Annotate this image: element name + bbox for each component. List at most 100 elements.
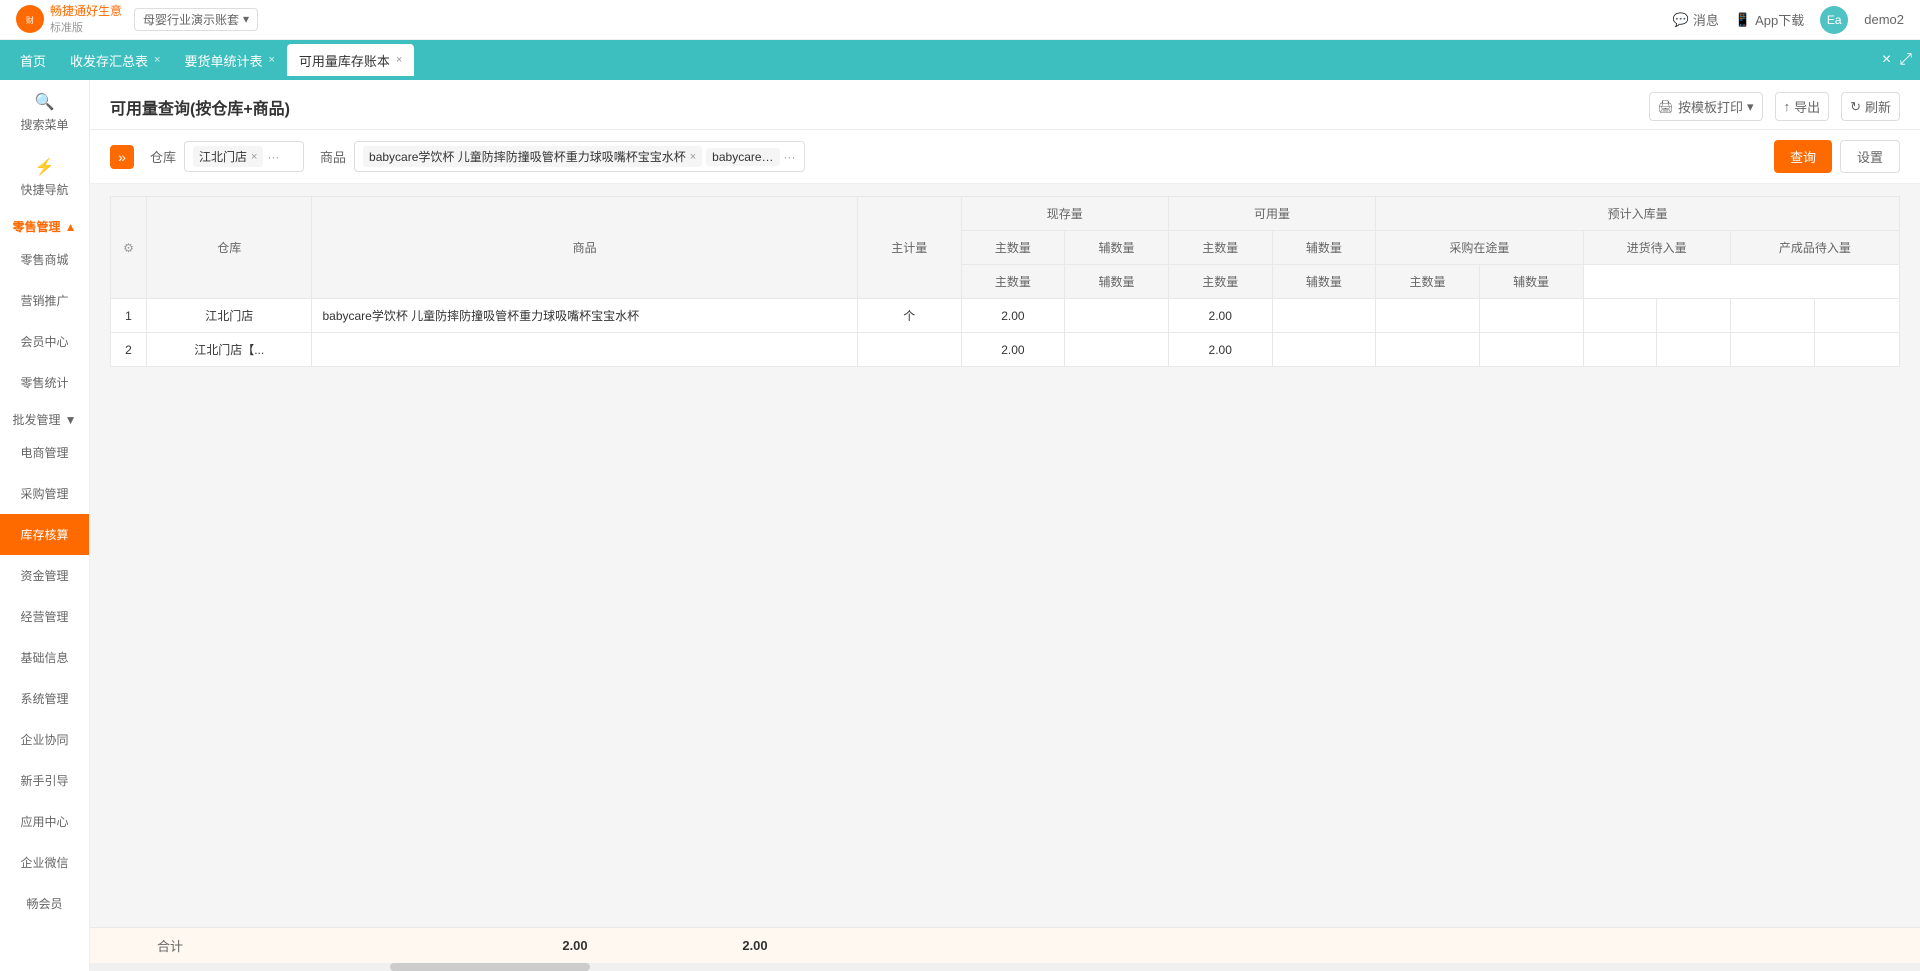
nav-right-buttons: × ⤢ xyxy=(1882,51,1912,69)
sidebar-members-label: 会员中心 xyxy=(20,333,68,350)
sidebar-item-operations[interactable]: 经营管理 xyxy=(0,596,89,637)
row-avail-aux xyxy=(1272,299,1376,333)
logo-tag: 标准版 xyxy=(50,19,122,35)
sidebar-item-system[interactable]: 系统管理 xyxy=(0,678,89,719)
pur-transit-main-header: 主数量 xyxy=(961,265,1065,299)
row-no: 2 xyxy=(111,333,147,367)
sidebar-item-retail-mgmt[interactable]: 零售管理 ▲ xyxy=(0,210,89,239)
available-header: 可用量 xyxy=(1168,197,1375,231)
sidebar-inventory-label: 库存核算 xyxy=(20,526,68,543)
prod-pend-main-header: 主数量 xyxy=(1376,265,1480,299)
nav-tabs: 首页 收发存汇总表 × 要货单统计表 × 可用量库存账本 × × ⤢ xyxy=(0,40,1920,80)
warehouse-tag-remove[interactable]: × xyxy=(251,151,257,163)
stock-aux-header: 辅数量 xyxy=(1065,231,1169,265)
export-btn[interactable]: ↑ 导出 xyxy=(1775,92,1830,121)
sidebar-enterprise-wechat-label: 企业微信 xyxy=(20,854,68,871)
sidebar-item-enterprise-wechat[interactable]: 企业微信 xyxy=(0,842,89,883)
sidebar-ecommerce-label: 电商管理 xyxy=(20,444,68,461)
product-filter-group: 商品 babycare学饮杯 儿童防摔防撞吸管杯重力球吸嘴杯宝宝水杯 × bab… xyxy=(320,141,805,172)
sidebar-item-vip[interactable]: 畅会员 xyxy=(0,883,89,924)
tenant-selector[interactable]: 母婴行业演示账套 ▾ xyxy=(134,8,258,31)
sidebar-item-new-guide[interactable]: 新手引导 xyxy=(0,760,89,801)
chevron-icon: ▲ xyxy=(65,220,77,234)
sidebar: 🔍 搜索菜单 ⚡ 快捷导航 零售管理 ▲ 零售商城 营销推广 会员中心 零售统计… xyxy=(0,80,90,971)
user-avatar[interactable]: Ea xyxy=(1820,6,1848,34)
tab-shoucun[interactable]: 收发存汇总表 × xyxy=(58,44,172,76)
sidebar-retail-stats-label: 零售统计 xyxy=(20,374,68,391)
row-unit xyxy=(857,333,961,367)
print-label: 按模板打印 xyxy=(1678,97,1743,116)
table-row[interactable]: 1 江北门店 babycare学饮杯 儿童防摔防撞吸管杯重力球吸嘴杯宝宝水杯 个… xyxy=(111,299,1900,333)
chevron-down-icon: ▼ xyxy=(65,413,77,427)
warehouse-input[interactable]: 江北门店 × ··· xyxy=(184,141,304,172)
product-tag1-value: babycare学饮杯 儿童防摔防撞吸管杯重力球吸嘴杯宝宝水杯 xyxy=(369,148,686,165)
filter-actions: 查询 设置 xyxy=(1774,140,1900,173)
gear-icon[interactable]: ⚙ xyxy=(123,241,134,255)
message-btn[interactable]: 💬 消息 xyxy=(1673,10,1719,29)
sidebar-item-retail-stats[interactable]: 零售统计 xyxy=(0,362,89,403)
message-icon: 💬 xyxy=(1673,12,1689,28)
sidebar-item-basic-info[interactable]: 基础信息 xyxy=(0,637,89,678)
row-pur-transit-main xyxy=(1376,333,1480,367)
sidebar-purchase-label: 采购管理 xyxy=(20,485,68,502)
sidebar-item-purchase-mgmt[interactable]: 采购管理 xyxy=(0,473,89,514)
product-filter-label: 商品 xyxy=(320,147,346,166)
sidebar-item-marketing[interactable]: 营销推广 xyxy=(0,280,89,321)
row-stock-aux xyxy=(1065,299,1169,333)
tab-home[interactable]: 首页 xyxy=(8,44,58,76)
tab-kucun[interactable]: 可用量库存账本 × xyxy=(287,44,414,76)
sidebar-item-ecommerce[interactable]: 电商管理 xyxy=(0,432,89,473)
logo-svg: 财 xyxy=(21,10,39,28)
top-bar-right: 💬 消息 📱 App下载 Ea demo2 xyxy=(1673,6,1904,34)
unit-col-header: 主计量 xyxy=(857,197,961,299)
scroll-thumb[interactable] xyxy=(390,963,590,971)
nav-close-btn[interactable]: × xyxy=(1882,51,1891,69)
row-prod-pend-aux xyxy=(1815,299,1900,333)
sidebar-system-label: 系统管理 xyxy=(20,690,68,707)
sidebar-item-app-center[interactable]: 应用中心 xyxy=(0,801,89,842)
query-button[interactable]: 查询 xyxy=(1774,140,1832,173)
sidebar-search[interactable]: 🔍 搜索菜单 xyxy=(0,80,89,145)
tab-yaohuo-close[interactable]: × xyxy=(268,54,274,66)
purchase-pending-header: 进货待入量 xyxy=(1583,231,1730,265)
logo-text-label: 畅捷通好生意 xyxy=(50,4,122,18)
tab-kucun-close[interactable]: × xyxy=(396,54,402,66)
refresh-btn[interactable]: ↻ 刷新 xyxy=(1841,92,1900,121)
sidebar-new-guide-label: 新手引导 xyxy=(20,772,68,789)
page-title: 可用量查询(按仓库+商品) xyxy=(110,95,290,119)
chevron-down-icon: ▾ xyxy=(243,12,249,26)
horizontal-scrollbar[interactable] xyxy=(90,963,1920,971)
footer-stock-total: 2.00 xyxy=(530,938,620,953)
tab-yaohuo[interactable]: 要货单统计表 × xyxy=(172,44,286,76)
sidebar-item-wholesale-mgmt[interactable]: 批发管理 ▼ xyxy=(0,403,89,432)
sidebar-item-members[interactable]: 会员中心 xyxy=(0,321,89,362)
sidebar-vip-label: 畅会员 xyxy=(26,895,62,912)
nav-fullscreen-btn[interactable]: ⤢ xyxy=(1899,51,1912,69)
product-tag1-remove[interactable]: × xyxy=(690,151,696,163)
current-stock-header: 现存量 xyxy=(961,197,1168,231)
filter-expand-btn[interactable]: » xyxy=(110,145,134,169)
table-row[interactable]: 2 江北门店【... 2.00 2.00 xyxy=(111,333,1900,367)
app-download-btn[interactable]: 📱 App下载 xyxy=(1735,10,1804,29)
avail-aux-header: 辅数量 xyxy=(1272,231,1376,265)
footer-label: 合计 xyxy=(110,936,230,955)
row-pur-pend-main xyxy=(1583,299,1657,333)
product-col-header: 商品 xyxy=(312,197,857,299)
sidebar-item-inventory-check[interactable]: 库存核算 xyxy=(0,514,89,555)
print-btn[interactable]: 🖨 按模板打印 ▾ xyxy=(1649,92,1763,121)
row-stock-main: 2.00 xyxy=(961,299,1065,333)
sidebar-app-center-label: 应用中心 xyxy=(20,813,68,830)
footer-values: 2.00 2.00 xyxy=(230,938,1900,953)
tab-shoucun-close[interactable]: × xyxy=(154,54,160,66)
product-more-dots[interactable]: ··· xyxy=(784,150,796,164)
page-header: 可用量查询(按仓库+商品) 🖨 按模板打印 ▾ ↑ 导出 ↻ 刷新 xyxy=(90,80,1920,130)
sidebar-quick-nav[interactable]: ⚡ 快捷导航 xyxy=(0,145,89,210)
sidebar-item-finance[interactable]: 资金管理 xyxy=(0,555,89,596)
setting-button[interactable]: 设置 xyxy=(1840,140,1900,173)
export-icon: ↑ xyxy=(1784,99,1791,114)
warehouse-more-dots[interactable]: ··· xyxy=(267,150,279,164)
sidebar-item-enterprise-collab[interactable]: 企业协同 xyxy=(0,719,89,760)
product-input[interactable]: babycare学饮杯 儿童防摔防撞吸管杯重力球吸嘴杯宝宝水杯 × babyca… xyxy=(354,141,805,172)
sidebar-enterprise-collab-label: 企业协同 xyxy=(20,731,68,748)
sidebar-item-retail-mall[interactable]: 零售商城 xyxy=(0,239,89,280)
